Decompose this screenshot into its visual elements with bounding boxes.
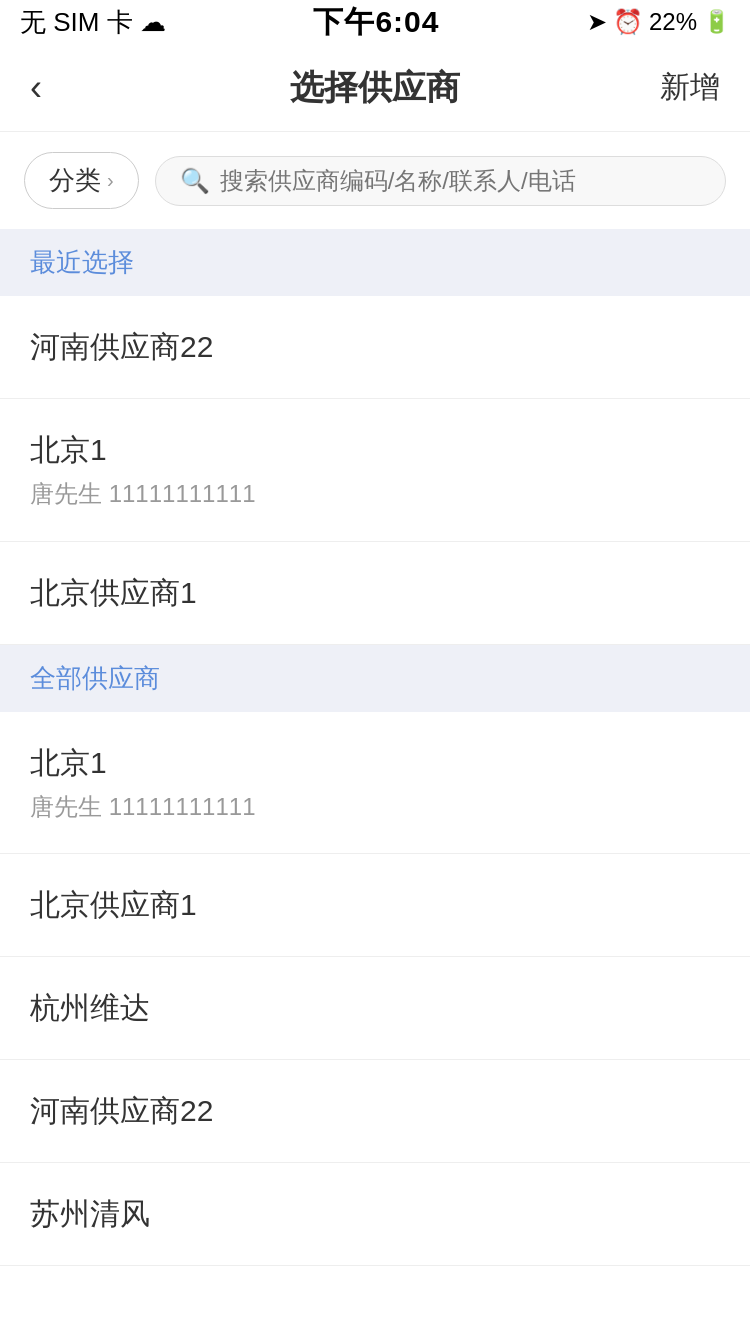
chevron-right-icon: › xyxy=(107,169,114,192)
item-sub: 唐先生 11111111111 xyxy=(30,790,720,824)
category-button[interactable]: 分类 › xyxy=(24,152,139,209)
list-item[interactable]: 北京供应商1 xyxy=(0,854,750,957)
item-name: 河南供应商22 xyxy=(30,1090,720,1132)
item-name: 北京供应商1 xyxy=(30,884,720,926)
alarm-icon: ⏰ xyxy=(613,8,643,36)
filter-bar: 分类 › 🔍 xyxy=(0,132,750,229)
search-box: 🔍 xyxy=(155,156,726,206)
item-name: 北京供应商1 xyxy=(30,572,720,614)
list-item[interactable]: 北京1 唐先生 11111111111 xyxy=(0,399,750,542)
item-sub: 唐先生 11111111111 xyxy=(30,477,720,511)
back-button[interactable]: ‹ xyxy=(30,67,90,109)
list-item[interactable]: 北京1 唐先生 11111111111 xyxy=(0,712,750,855)
item-name: 北京1 xyxy=(30,742,720,784)
list-item[interactable]: 杭州维达 xyxy=(0,957,750,1060)
list-item[interactable]: 北京供应商1 xyxy=(0,542,750,645)
nav-bar: ‹ 选择供应商 新增 xyxy=(0,44,750,132)
category-label: 分类 xyxy=(49,163,101,198)
recent-section-header: 最近选择 xyxy=(0,229,750,296)
item-name: 苏州清风 xyxy=(30,1193,720,1235)
status-right: ➤ ⏰ 22% 🔋 xyxy=(587,8,730,36)
status-bar: 无 SIM 卡 ☁ 下午6:04 ➤ ⏰ 22% 🔋 xyxy=(0,0,750,44)
location-icon: ➤ xyxy=(587,8,607,36)
search-input[interactable] xyxy=(220,167,701,195)
no-sim-label: 无 SIM 卡 ☁ xyxy=(20,5,166,40)
search-icon: 🔍 xyxy=(180,167,210,195)
item-name: 杭州维达 xyxy=(30,987,720,1029)
recent-section-label: 最近选择 xyxy=(30,247,134,277)
all-section-header: 全部供应商 xyxy=(0,645,750,712)
battery-icon: 🔋 xyxy=(703,9,730,35)
add-button[interactable]: 新增 xyxy=(660,67,720,108)
page-title: 选择供应商 xyxy=(290,65,460,111)
list-item[interactable]: 苏州清风 xyxy=(0,1163,750,1266)
item-name: 北京1 xyxy=(30,429,720,471)
status-left: 无 SIM 卡 ☁ xyxy=(20,5,166,40)
recent-items-list: 河南供应商22 北京1 唐先生 11111111111 北京供应商1 xyxy=(0,296,750,645)
all-section-label: 全部供应商 xyxy=(30,663,160,693)
battery-label: 22% xyxy=(649,8,697,36)
status-time: 下午6:04 xyxy=(313,2,439,43)
list-item[interactable]: 河南供应商22 xyxy=(0,1060,750,1163)
all-items-list: 北京1 唐先生 11111111111 北京供应商1 杭州维达河南供应商22 苏州清风 xyxy=(0,712,750,1267)
item-name: 河南供应商22 xyxy=(30,326,720,368)
list-item[interactable]: 河南供应商22 xyxy=(0,296,750,399)
